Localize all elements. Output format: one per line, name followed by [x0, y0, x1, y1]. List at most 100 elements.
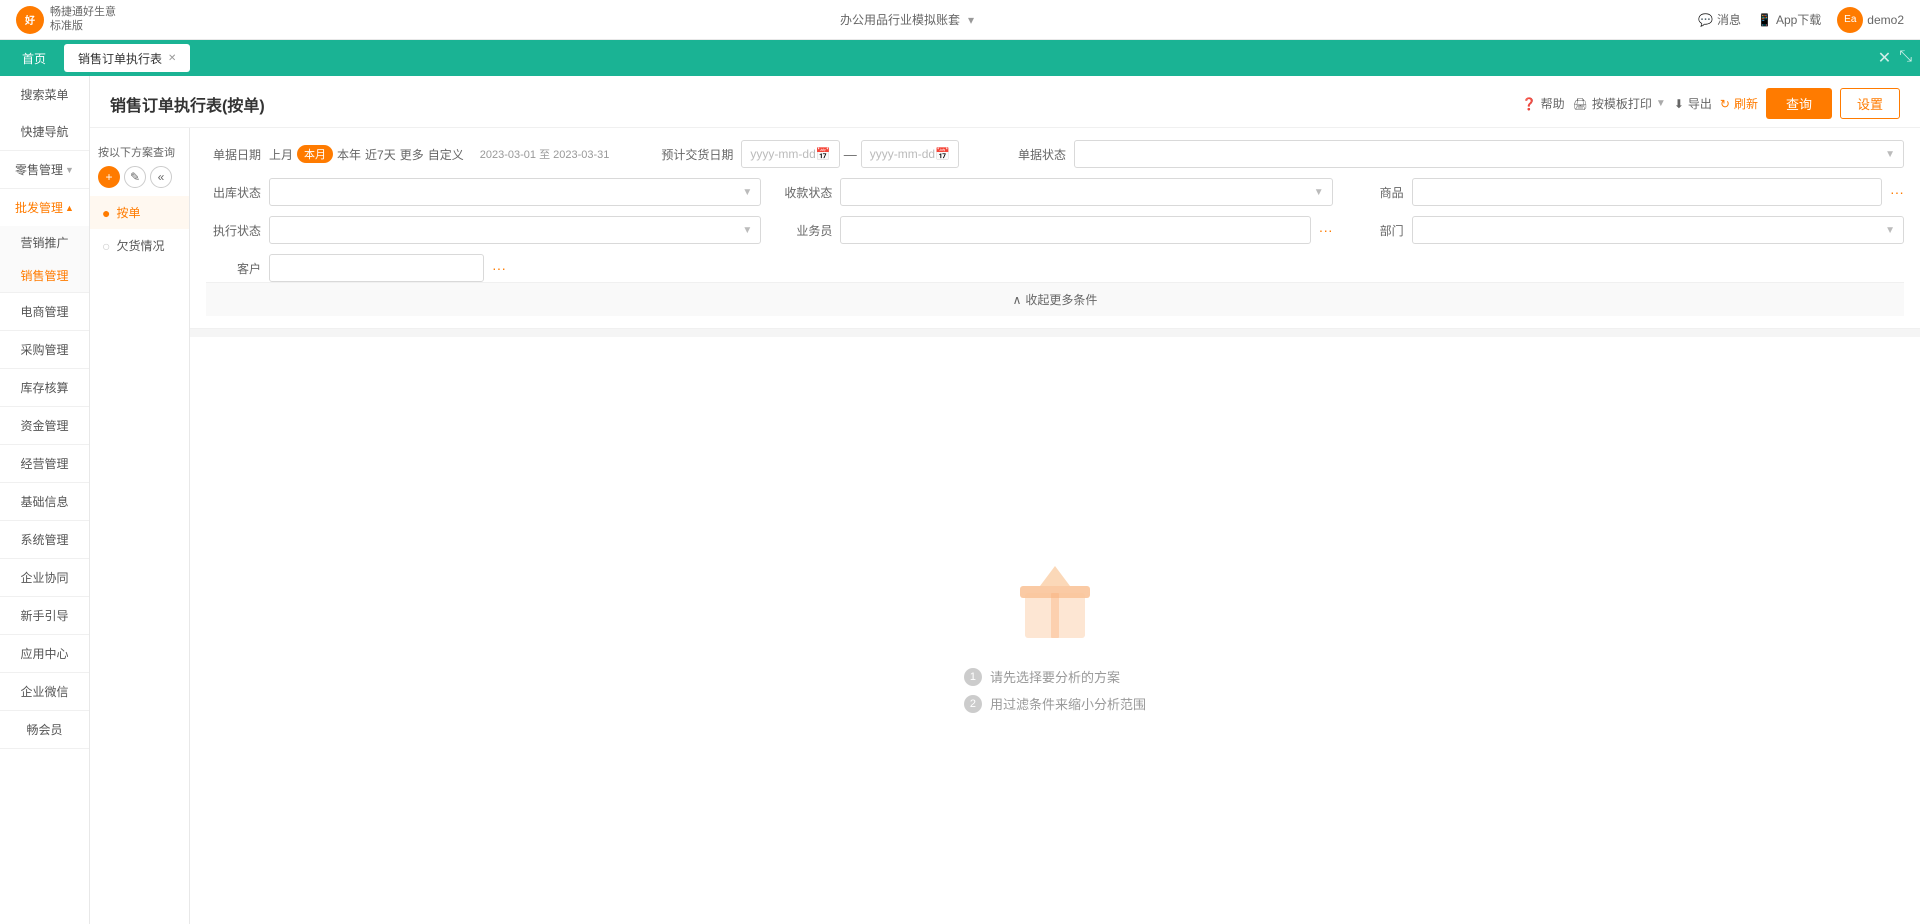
sidebar-sub-item-marketing[interactable]: 营销推广 — [0, 226, 89, 259]
edit-scheme-button[interactable]: ✎ — [124, 166, 146, 188]
payment-label: 收款状态 — [777, 184, 832, 201]
add-scheme-button[interactable]: + — [98, 166, 120, 188]
tab-close-icon[interactable]: ✕ — [168, 53, 176, 64]
print-button[interactable]: 🖨 按模板打印 ▼ — [1573, 95, 1666, 112]
customer-input[interactable] — [269, 254, 484, 282]
sidebar-item-guide[interactable]: 新手引导 — [0, 597, 89, 634]
date-separator: — — [844, 147, 857, 162]
dept-arrow-icon: ▼ — [1885, 225, 1895, 236]
sidebar-item-finance[interactable]: 资金管理 — [0, 407, 89, 444]
wholesale-arrow-icon: ▲ — [65, 203, 74, 213]
salesperson-input[interactable] — [840, 216, 1310, 244]
goods-input[interactable] — [1412, 178, 1882, 206]
breadcrumb-arrow-icon[interactable]: ▾ — [968, 13, 974, 27]
scheme-header: 按以下方案查询 — [90, 136, 189, 164]
content-with-left: 按以下方案查询 + ✎ « ● 按单 — [90, 128, 1920, 924]
tab-bar: 首页 销售订单执行表 ✕ ✕ ⤡ — [0, 40, 1920, 76]
right-content: 单据日期 上月 本月 本年 近7天 更多 自定义 2023-03-01 至 20… — [190, 128, 1920, 924]
scheme-item-by-order[interactable]: ● 按单 — [90, 196, 189, 229]
sidebar-item-retail[interactable]: 零售管理 ▼ — [0, 151, 89, 188]
app-download-button[interactable]: 📱 App下载 — [1757, 11, 1821, 28]
filter-salesperson-group: 业务员 ··· — [777, 216, 1332, 244]
query-button[interactable]: 查询 — [1766, 88, 1832, 119]
avatar: Ea — [1837, 7, 1863, 33]
customer-dots[interactable]: ··· — [492, 260, 506, 276]
date-range-text: 2023-03-01 至 2023-03-31 — [480, 146, 610, 162]
sidebar-section-operations: 经营管理 — [0, 445, 89, 483]
sidebar-section-system: 系统管理 — [0, 521, 89, 559]
filter-row-3: 执行状态 ▼ 业务员 ··· 部门 — [206, 216, 1904, 244]
expected-date-label: 预计交货日期 — [661, 146, 733, 163]
refresh-button[interactable]: ↻ 刷新 — [1720, 95, 1758, 112]
sidebar-item-collab[interactable]: 企业协同 — [0, 559, 89, 596]
sidebar-section-basic: 基础信息 — [0, 483, 89, 521]
page-header: 销售订单执行表(按单) ❓ 帮助 🖨 按模板打印 ▼ ⬇ 导出 ↻ 刷新 — [90, 76, 1920, 128]
sidebar-section-inventory: 库存核算 — [0, 369, 89, 407]
collapse-scheme-button[interactable]: « — [150, 166, 172, 188]
tab-close-all-icon[interactable]: ✕ — [1878, 48, 1891, 68]
execution-select[interactable]: ▼ — [269, 216, 761, 244]
print-icon: 🖨 — [1573, 97, 1588, 111]
tab-sales-order[interactable]: 销售订单执行表 ✕ — [64, 44, 190, 72]
tip-num-1: 1 — [964, 668, 982, 686]
collapse-bar[interactable]: ∧ 收起更多条件 — [206, 282, 1904, 316]
sidebar-section-top: 搜索菜单 快捷导航 — [0, 76, 89, 151]
preset-last-month[interactable]: 上月 — [269, 146, 293, 163]
filter-payment-group: 收款状态 ▼ — [777, 178, 1332, 206]
expected-date-end[interactable]: yyyy-mm-dd 📅 — [861, 140, 959, 168]
preset-this-month[interactable]: 本月 — [297, 145, 333, 163]
left-panel-content: 按以下方案查询 + ✎ « ● 按单 — [90, 128, 189, 270]
preset-more[interactable]: 更多 — [400, 146, 424, 163]
sidebar-item-basic[interactable]: 基础信息 — [0, 483, 89, 520]
delivery-select[interactable]: ▼ — [269, 178, 761, 206]
status-label: 单据状态 — [1011, 146, 1066, 163]
sidebar-item-wholesale[interactable]: 批发管理 ▲ — [0, 189, 89, 226]
edit-icon: ✎ — [130, 170, 140, 184]
logo-text: 畅捷通好生意 标准版 — [50, 6, 116, 32]
status-select[interactable]: ▼ — [1074, 140, 1904, 168]
expected-date-start[interactable]: yyyy-mm-dd 📅 — [741, 140, 839, 168]
sidebar-item-quicknav[interactable]: 快捷导航 — [0, 113, 89, 150]
scheme-item-shortage[interactable]: ○ 欠货情况 — [90, 229, 189, 262]
sidebar-item-purchase[interactable]: 采购管理 — [0, 331, 89, 368]
dept-select[interactable]: ▼ — [1412, 216, 1904, 244]
sidebar-item-ecommerce[interactable]: 电商管理 — [0, 293, 89, 330]
sidebar-sub-item-sales[interactable]: 销售管理 — [0, 259, 89, 292]
payment-arrow-icon: ▼ — [1314, 187, 1324, 198]
page-header-actions: ❓ 帮助 🖨 按模板打印 ▼ ⬇ 导出 ↻ 刷新 查询 设置 — [1522, 88, 1900, 119]
sidebar-item-operations[interactable]: 经营管理 — [0, 445, 89, 482]
help-button[interactable]: ❓ 帮助 — [1522, 95, 1565, 112]
export-button[interactable]: ⬇ 导出 — [1674, 95, 1712, 112]
filter-row-2: 出库状态 ▼ 收款状态 ▼ — [206, 178, 1904, 206]
calendar-start-icon: 📅 — [816, 147, 831, 161]
preset-custom[interactable]: 自定义 — [428, 146, 464, 163]
export-icon: ⬇ — [1674, 97, 1684, 111]
sidebar-item-inventory[interactable]: 库存核算 — [0, 369, 89, 406]
salesperson-dots[interactable]: ··· — [1319, 222, 1333, 238]
sidebar-item-member[interactable]: 畅会员 — [0, 711, 89, 748]
tab-expand-icon[interactable]: ⤡ — [1899, 48, 1912, 68]
goods-dots[interactable]: ··· — [1890, 184, 1904, 200]
sidebar-item-search[interactable]: 搜索菜单 — [0, 76, 89, 113]
empty-box-svg — [1005, 548, 1105, 648]
dept-label: 部门 — [1349, 222, 1404, 239]
salesperson-label: 业务员 — [777, 222, 832, 239]
payment-select[interactable]: ▼ — [840, 178, 1332, 206]
tab-home[interactable]: 首页 — [8, 44, 60, 72]
scheme-active-icon: ● — [102, 205, 110, 221]
settings-button[interactable]: 设置 — [1840, 88, 1900, 119]
empty-state: 1 请先选择要分析的方案 2 用过滤条件来缩小分析范围 — [190, 337, 1920, 924]
sidebar-item-wechat[interactable]: 企业微信 — [0, 673, 89, 710]
sidebar-item-apps[interactable]: 应用中心 — [0, 635, 89, 672]
preset-7days[interactable]: 近7天 — [365, 146, 396, 163]
top-bar-left: 好 畅捷通好生意 标准版 — [16, 6, 116, 34]
refresh-icon: ↻ — [1720, 97, 1730, 111]
app-download-icon: 📱 — [1757, 13, 1772, 27]
message-button[interactable]: 💬 消息 — [1698, 11, 1741, 28]
filter-customer-group: 客户 ··· — [206, 254, 506, 282]
preset-this-year[interactable]: 本年 — [337, 146, 361, 163]
filter-panel: 单据日期 上月 本月 本年 近7天 更多 自定义 2023-03-01 至 20… — [190, 128, 1920, 329]
sidebar-item-system[interactable]: 系统管理 — [0, 521, 89, 558]
filter-row-4: 客户 ··· — [206, 254, 1904, 282]
user-menu[interactable]: Ea demo2 — [1837, 7, 1904, 33]
